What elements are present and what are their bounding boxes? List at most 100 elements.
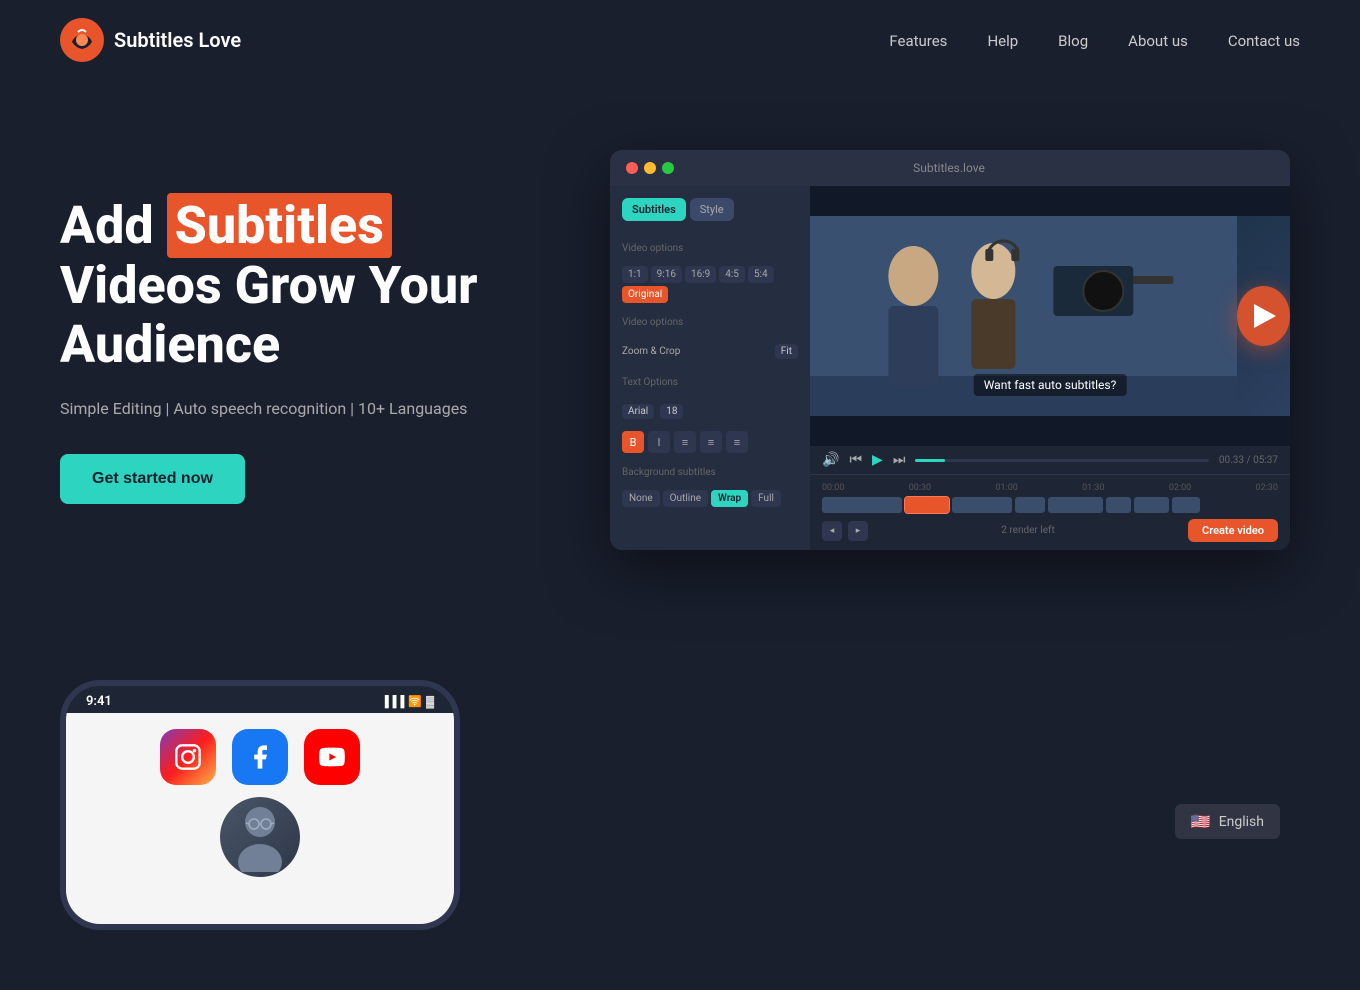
bg-wrap[interactable]: Wrap — [711, 490, 748, 507]
ratio-1-1[interactable]: 1:1 — [622, 266, 648, 283]
align-right-button[interactable]: ≡ — [726, 431, 748, 453]
ratio-buttons: 1:1 9:16 16:9 4:5 5:4 Original — [622, 266, 798, 303]
bg-subtitle-label: Background subtitles — [622, 467, 798, 478]
track-2-active[interactable] — [905, 497, 949, 513]
youtube-icon[interactable] — [304, 729, 360, 785]
hero-left: Add Subtitles Videos Grow YourAudience S… — [60, 196, 560, 504]
close-button[interactable] — [626, 162, 638, 174]
instagram-icon[interactable] — [160, 729, 216, 785]
zoom-crop-label: Zoom & Crop — [622, 346, 769, 357]
bold-button[interactable]: B — [622, 431, 644, 453]
ratio-16-9[interactable]: 16:9 — [685, 266, 716, 283]
time-marker-2: 01:00 — [995, 483, 1017, 493]
timeline-ctrl-1[interactable]: ◂ — [822, 521, 842, 541]
fast-forward-button[interactable]: ⏭ — [893, 452, 906, 468]
app-titlebar: Subtitles.love — [610, 150, 1290, 186]
minimize-button[interactable] — [644, 162, 656, 174]
time-display: 00.33 / 05:37 — [1219, 455, 1278, 466]
ratio-5-4[interactable]: 5:4 — [748, 266, 774, 283]
video-area: Want fast auto subtitles? — [810, 186, 1290, 446]
bg-outline[interactable]: Outline — [663, 490, 708, 507]
nav-about[interactable]: About us — [1128, 32, 1188, 50]
app-sidebar: Subtitles Style Video options 1:1 9:16 1… — [610, 186, 810, 550]
align-center-button[interactable]: ≡ — [700, 431, 722, 453]
hero-right: Subtitles.love Subtitles Style Video opt… — [600, 150, 1300, 550]
italic-button[interactable]: I — [648, 431, 670, 453]
timeline-area: 00:00 00:30 01:00 01:30 02:00 02:30 — [810, 474, 1290, 550]
battery-icon: ▓ — [426, 695, 434, 708]
maximize-button[interactable] — [662, 162, 674, 174]
nav-features[interactable]: Features — [889, 32, 947, 50]
video-options-label: Video options — [622, 243, 798, 254]
get-started-button[interactable]: Get started now — [60, 454, 245, 504]
font-size-select[interactable]: 18 — [660, 404, 683, 419]
phone-status-bar: 9:41 ▐▐▐ 🛜 ▓ — [66, 686, 454, 713]
volume-button[interactable]: 🔊 — [822, 452, 839, 468]
nav-blog[interactable]: Blog — [1058, 32, 1088, 50]
logo[interactable]: Subtitles Love — [60, 18, 241, 62]
play-icon — [1254, 304, 1276, 328]
hero-subtitle: Simple Editing | Auto speech recognition… — [60, 399, 560, 418]
nav-links: Features Help Blog About us Contact us — [889, 31, 1300, 50]
title-highlight: Subtitles — [167, 193, 392, 258]
timeline-controls: ◂ ▸ — [822, 521, 868, 541]
ratio-original[interactable]: Original — [622, 286, 668, 303]
renders-left: 2 render left — [1001, 525, 1055, 536]
timeline-ruler: 00:00 00:30 01:00 01:30 02:00 02:30 — [822, 483, 1278, 493]
track-5[interactable] — [1048, 497, 1103, 513]
nav-contact[interactable]: Contact us — [1228, 32, 1300, 50]
video-thumbnail: Want fast auto subtitles? — [810, 216, 1290, 416]
align-left-button[interactable]: ≡ — [674, 431, 696, 453]
facebook-icon[interactable] — [232, 729, 288, 785]
second-section: 9:41 ▐▐▐ 🛜 ▓ — [0, 640, 1360, 990]
track-1[interactable] — [822, 497, 902, 513]
video-options-label2: Video options — [622, 317, 798, 328]
time-marker-1: 00:30 — [909, 483, 931, 493]
hero-section: Add Subtitles Videos Grow YourAudience S… — [0, 80, 1360, 640]
nav-help[interactable]: Help — [987, 32, 1018, 50]
timeline-footer: ◂ ▸ 2 render left Create video — [822, 519, 1278, 542]
title-prefix: Add — [60, 195, 167, 256]
app-screenshot: Subtitles.love Subtitles Style Video opt… — [610, 150, 1290, 550]
sidebar-tabs: Subtitles Style — [622, 198, 798, 221]
navbar: Subtitles Love Features Help Blog About … — [0, 0, 1360, 80]
time-marker-4: 02:00 — [1169, 483, 1191, 493]
timeline-ctrl-2[interactable]: ▸ — [848, 521, 868, 541]
style-tab[interactable]: Style — [690, 198, 734, 221]
avatar — [220, 797, 300, 877]
ratio-4-5[interactable]: 4:5 — [719, 266, 745, 283]
play-control-button[interactable]: ▶ — [872, 452, 883, 468]
track-3[interactable] — [952, 497, 1012, 513]
time-marker-5: 02:30 — [1256, 483, 1278, 493]
social-icons-row — [160, 729, 360, 785]
bg-full[interactable]: Full — [751, 490, 781, 507]
phone-status-icons: ▐▐▐ 🛜 ▓ — [381, 695, 434, 708]
zoom-crop-row: Zoom & Crop Fit — [622, 344, 798, 359]
zoom-crop-value[interactable]: Fit — [775, 344, 798, 359]
video-subtitle: Want fast auto subtitles? — [974, 374, 1127, 396]
person-svg — [230, 802, 290, 872]
app-body: Subtitles Style Video options 1:1 9:16 1… — [610, 186, 1290, 550]
track-4[interactable] — [1015, 497, 1045, 513]
language-selector[interactable]: 🇺🇸 English — [1175, 804, 1280, 839]
font-style-options: B I ≡ ≡ ≡ — [622, 431, 798, 453]
progress-bar[interactable] — [915, 459, 1208, 462]
time-marker-0: 00:00 — [822, 483, 844, 493]
subtitles-tab[interactable]: Subtitles — [622, 198, 686, 221]
font-row: Arial 18 — [622, 404, 798, 419]
phone-mockup: 9:41 ▐▐▐ 🛜 ▓ — [60, 680, 460, 930]
create-video-button[interactable]: Create video — [1188, 519, 1278, 542]
timeline-tracks — [822, 497, 1278, 513]
bg-none[interactable]: None — [622, 490, 660, 507]
track-7[interactable] — [1134, 497, 1169, 513]
font-select[interactable]: Arial — [622, 404, 654, 419]
ratio-9-16[interactable]: 9:16 — [651, 266, 682, 283]
track-8[interactable] — [1172, 497, 1200, 513]
progress-fill — [915, 459, 944, 462]
play-button[interactable] — [1237, 286, 1290, 346]
track-6[interactable] — [1106, 497, 1131, 513]
wifi-icon: 🛜 — [408, 695, 422, 708]
language-text: English — [1219, 814, 1264, 830]
rewind-button[interactable]: ⏮ — [849, 452, 862, 468]
time-marker-3: 01:30 — [1082, 483, 1104, 493]
